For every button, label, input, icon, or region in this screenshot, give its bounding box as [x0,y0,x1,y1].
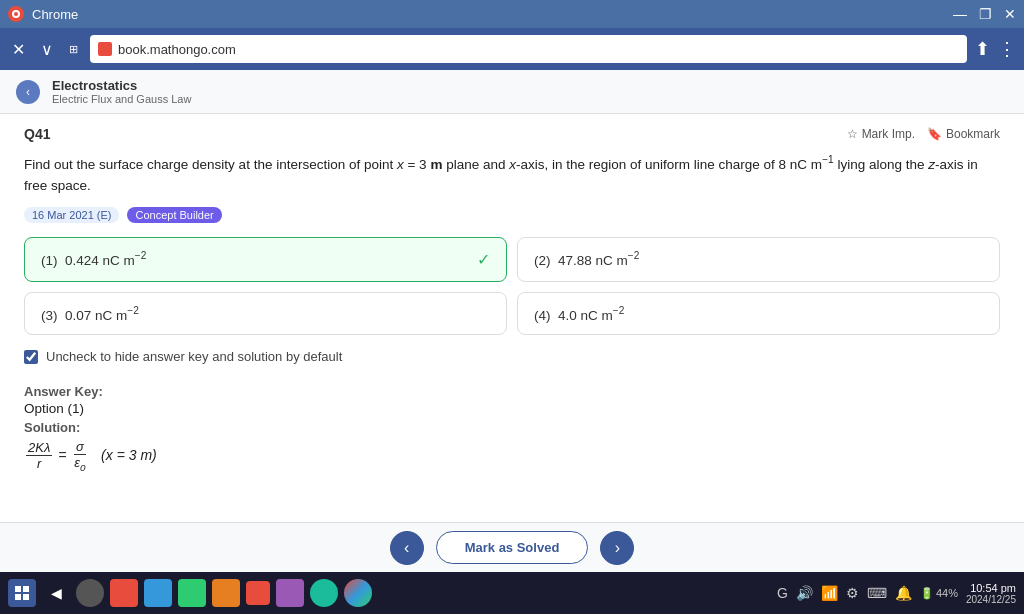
keyboard-icon[interactable]: ⌨ [867,585,887,601]
maximize-button[interactable]: ❐ [979,6,992,22]
prev-button[interactable]: ‹ [390,531,424,565]
title-bar: Chrome — ❐ ✕ [0,0,1024,28]
question-header: ‹ Electrostatics Electric Flux and Gauss… [0,70,1024,114]
option-1-text: (1) 0.424 nC m−2 [41,250,146,268]
breadcrumb-subtitle: Electric Flux and Gauss Law [52,93,191,105]
address-bar[interactable]: book.mathongo.com [90,35,967,63]
taskbar-right: G 🔊 📶 ⚙ ⌨ 🔔 🔋 44% 10:54 pm 2024/12/25 [777,582,1016,605]
option-3-text: (3) 0.07 nC m−2 [41,305,139,323]
solution-math: 2Kλ r = σ ε0 (x = 3 m) [24,439,1000,473]
next-button[interactable]: › [600,531,634,565]
title-bar-text: Chrome [32,7,78,22]
breadcrumb-title: Electrostatics [52,78,191,93]
chrome-taskbar-button[interactable] [344,579,372,607]
taskbar-app-3[interactable] [178,579,206,607]
back-button[interactable]: ‹ [16,80,40,104]
main-content: ‹ Electrostatics Electric Flux and Gauss… [0,70,1024,572]
start-button[interactable] [8,579,36,607]
solution-section: Solution: 2Kλ r = σ ε0 (x = 3 m) [0,416,1024,473]
settings-icon[interactable]: ⚙ [846,585,859,601]
tag-concept[interactable]: Concept Builder [127,207,221,223]
bookmark-button[interactable]: 🔖 Bookmark [927,127,1000,141]
close-button[interactable]: ✕ [1004,6,1016,22]
option-2[interactable]: (2) 47.88 nC m−2 [517,237,1000,282]
tag-date: 16 Mar 2021 (E) [24,207,119,223]
taskbar-app-1[interactable] [110,579,138,607]
correct-check-icon: ✓ [477,250,490,269]
svg-rect-2 [15,586,21,592]
taskbar-clock: 10:54 pm 2024/12/25 [966,582,1016,605]
url-text: book.mathongo.com [118,42,236,57]
taskbar-app-5[interactable] [246,581,270,605]
question-body: Q41 ☆ Mark Imp. 🔖 Bookmark Find out the … [0,114,1024,384]
forward-nav-button[interactable]: ∨ [37,36,57,63]
question-actions: ☆ Mark Imp. 🔖 Bookmark [847,127,1000,141]
back-nav-button[interactable]: ✕ [8,36,29,63]
taskbar-time: 10:54 pm [966,582,1016,594]
tags-row: 16 Mar 2021 (E) Concept Builder [24,207,1000,223]
taskbar-app-7[interactable] [310,579,338,607]
checkbox-label: Uncheck to hide answer key and solution … [46,349,342,364]
notification-icon[interactable]: 🔔 [895,585,912,601]
question-meta-row: Q41 ☆ Mark Imp. 🔖 Bookmark [24,126,1000,142]
svg-point-1 [14,12,18,16]
question-number: Q41 [24,126,50,142]
star-icon: ☆ [847,127,858,141]
browser-toolbar: ✕ ∨ ⊞ book.mathongo.com ⬆ ⋮ [0,28,1024,70]
taskbar-app-2[interactable] [144,579,172,607]
svg-rect-3 [23,586,29,592]
battery-percent: 44% [936,587,958,599]
svg-rect-5 [23,594,29,600]
app-icon [8,6,24,22]
taskbar-app-6[interactable] [276,579,304,607]
volume-icon[interactable]: 🔊 [796,585,813,601]
option-3[interactable]: (3) 0.07 nC m−2 [24,292,507,336]
taskbar-app-4[interactable] [212,579,240,607]
options-grid: (1) 0.424 nC m−2 ✓ (2) 47.88 nC m−2 (3) … [24,237,1000,336]
bookmark-icon: 🔖 [927,127,942,141]
mark-imp-button[interactable]: ☆ Mark Imp. [847,127,915,141]
solution-label: Solution: [24,420,1000,435]
answer-key-value: Option (1) [24,401,1000,416]
answer-section: Answer Key: Option (1) [0,384,1024,416]
taskbar-date: 2024/12/25 [966,594,1016,605]
battery-indicator: 🔋 44% [920,587,958,600]
taskbar-left: ◀ [8,579,372,607]
stop-button[interactable] [76,579,104,607]
option-4[interactable]: (4) 4.0 nC m−2 [517,292,1000,336]
mark-solved-button[interactable]: Mark as Solved [436,531,589,564]
network-icon[interactable]: 📶 [821,585,838,601]
option-1[interactable]: (1) 0.424 nC m−2 ✓ [24,237,507,282]
back-media-button[interactable]: ◀ [42,579,70,607]
checkbox-row: Uncheck to hide answer key and solution … [24,349,1000,364]
svg-rect-4 [15,594,21,600]
bottom-nav: ‹ Mark as Solved › [0,522,1024,572]
toolbar-actions: ⬆ ⋮ [975,38,1016,60]
menu-icon[interactable]: ⋮ [998,38,1016,60]
breadcrumb: Electrostatics Electric Flux and Gauss L… [52,78,191,105]
google-icon[interactable]: G [777,585,788,601]
hide-answer-checkbox[interactable] [24,350,38,364]
window-controls: — ❐ ✕ [953,6,1016,22]
favicon [98,42,112,56]
share-icon[interactable]: ⬆ [975,38,990,60]
option-4-text: (4) 4.0 nC m−2 [534,305,624,323]
question-text: Find out the surface charge density at t… [24,152,1000,197]
battery-icon: 🔋 [920,587,934,600]
option-2-text: (2) 47.88 nC m−2 [534,250,639,268]
minimize-button[interactable]: — [953,6,967,22]
tabs-button[interactable]: ⊞ [65,39,82,60]
taskbar: ◀ G 🔊 📶 ⚙ ⌨ 🔔 🔋 44% 10:54 pm 2024/12/25 [0,572,1024,614]
answer-key-label: Answer Key: [24,384,1000,399]
